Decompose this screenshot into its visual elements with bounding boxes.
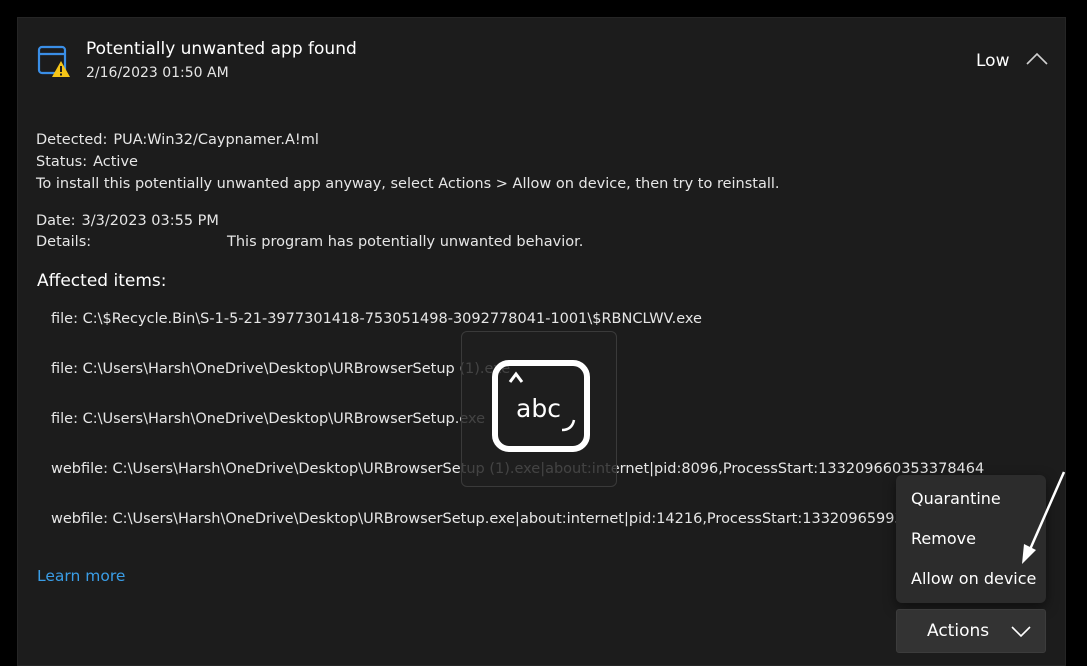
details-label: Details: bbox=[36, 234, 92, 250]
pointer-arrow-icon bbox=[1022, 471, 1066, 564]
affected-item: file: C:\Users\Harsh\OneDrive\Desktop\UR… bbox=[51, 411, 486, 427]
actions-button-label: Actions bbox=[927, 621, 990, 641]
menu-item-allow-on-device[interactable]: Allow on device bbox=[911, 569, 1036, 588]
date-value: 3/3/2023 03:55 PM bbox=[81, 213, 219, 229]
text-input-overlay: abc bbox=[461, 331, 617, 487]
detected-value: PUA:Win32/Caypnamer.A!ml bbox=[113, 132, 319, 148]
threat-title: Potentially unwanted app found bbox=[86, 39, 357, 59]
date-label: Date: bbox=[36, 213, 76, 229]
overlay-text: abc bbox=[516, 394, 561, 423]
app-window-warning-icon bbox=[37, 45, 70, 77]
chevron-down-icon bbox=[1011, 626, 1031, 638]
threat-timestamp: 2/16/2023 01:50 AM bbox=[86, 65, 229, 81]
actions-button[interactable]: Actions bbox=[896, 609, 1046, 653]
severity-label: Low bbox=[976, 51, 1010, 71]
date-row: Date: 3/3/2023 03:55 PM bbox=[36, 213, 219, 229]
affected-item: webfile: C:\Users\Harsh\OneDrive\Desktop… bbox=[51, 511, 923, 527]
status-row: Status: Active bbox=[36, 154, 138, 170]
affected-item: file: C:\$Recycle.Bin\S-1-5-21-397730141… bbox=[51, 311, 702, 327]
affected-items-heading: Affected items: bbox=[37, 271, 167, 291]
status-label: Status: bbox=[36, 154, 88, 170]
affected-item: file: C:\Users\Harsh\OneDrive\Desktop\UR… bbox=[51, 361, 511, 377]
detected-row: Detected: PUA:Win32/Caypnamer.A!ml bbox=[36, 132, 319, 148]
detected-label: Detected: bbox=[36, 132, 108, 148]
menu-item-remove[interactable]: Remove bbox=[911, 529, 976, 548]
details-value: This program has potentially unwanted be… bbox=[227, 234, 584, 250]
learn-more-link[interactable]: Learn more bbox=[37, 567, 125, 585]
instruction-text: To install this potentially unwanted app… bbox=[36, 176, 780, 192]
status-value: Active bbox=[93, 154, 138, 170]
menu-item-quarantine[interactable]: Quarantine bbox=[911, 489, 1001, 508]
chevron-up-icon[interactable] bbox=[1024, 49, 1050, 71]
